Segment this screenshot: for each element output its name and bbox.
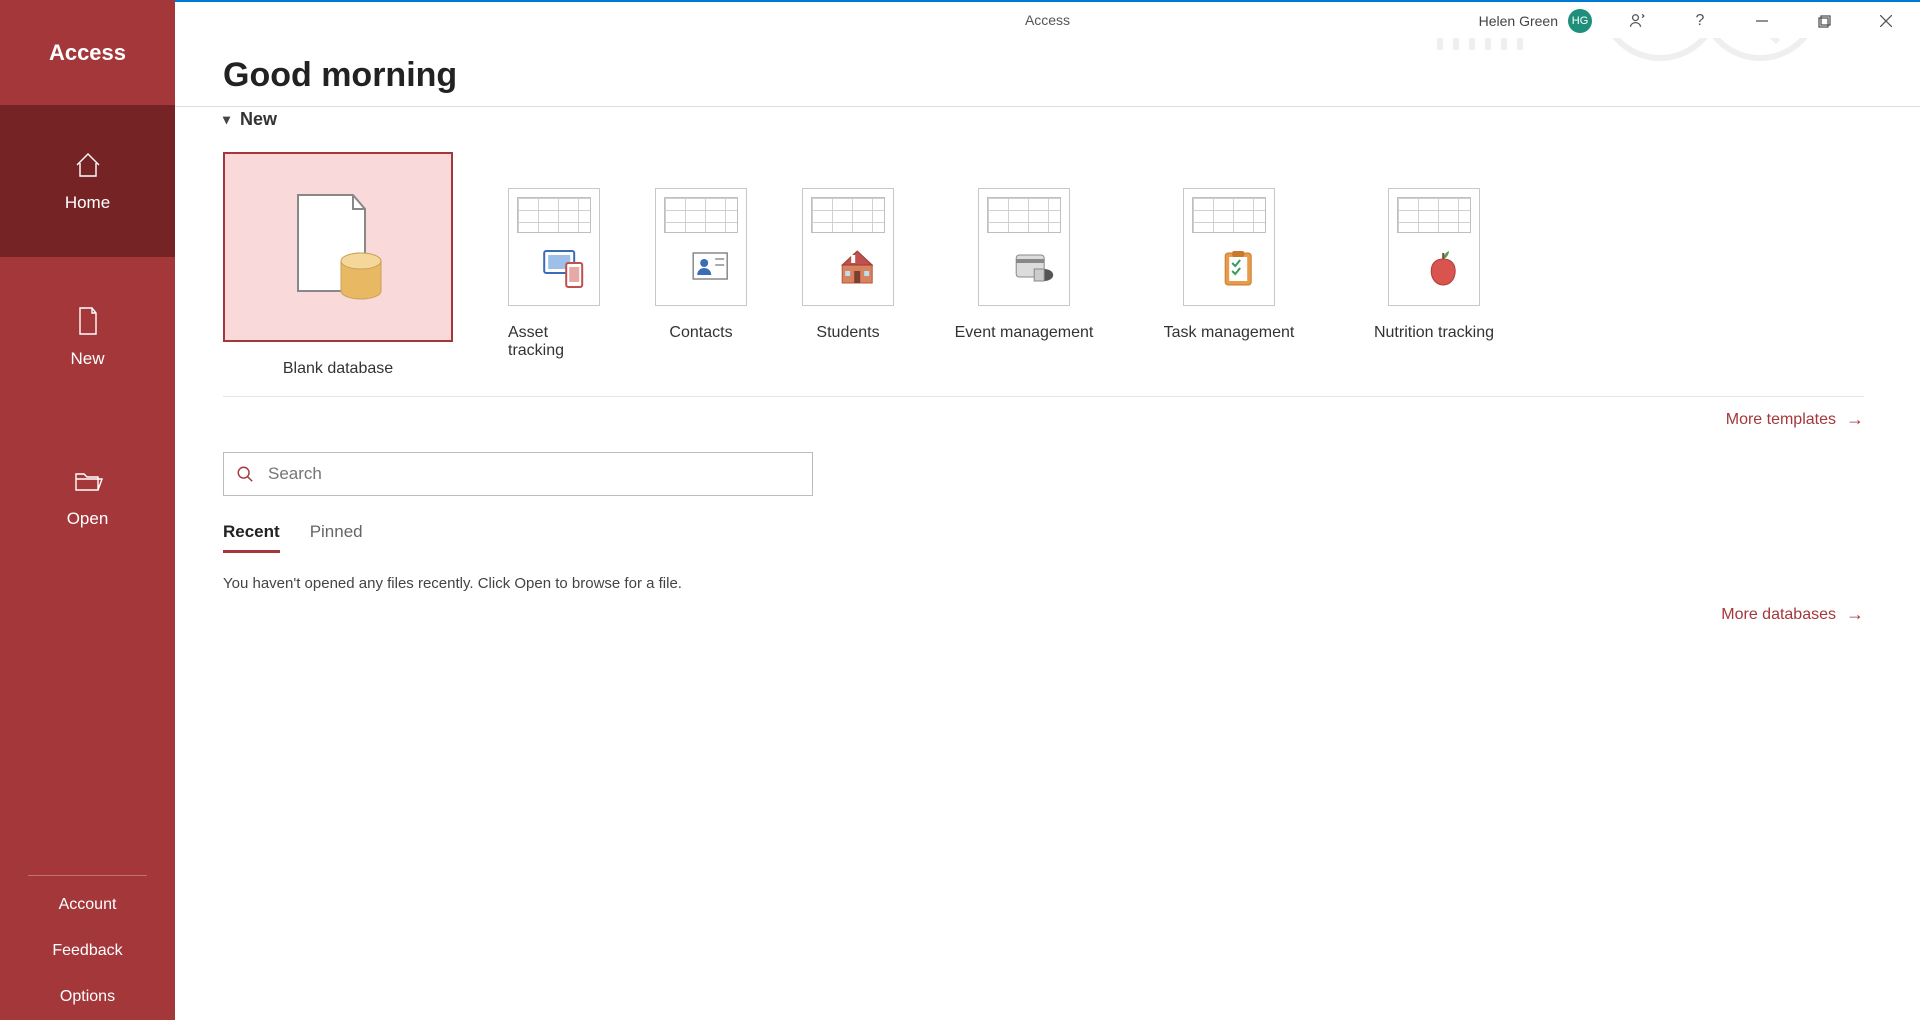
template-students[interactable]: Students — [802, 152, 894, 378]
sidebar-item-label: New — [70, 349, 104, 369]
sidebar-item-label: Open — [67, 509, 109, 529]
minimize-button[interactable] — [1734, 2, 1790, 40]
template-label: Asset tracking — [508, 324, 600, 360]
template-nutrition-tracking[interactable]: Nutrition tracking — [1359, 152, 1509, 378]
search-box[interactable] — [223, 452, 813, 496]
coming-soon-icon[interactable] — [1610, 2, 1666, 40]
template-blank-database[interactable]: Blank database — [223, 152, 453, 378]
sidebar-item-options[interactable]: Options — [0, 974, 175, 1020]
search-input[interactable] — [268, 464, 800, 484]
chevron-down-icon: ▾ — [223, 111, 230, 128]
sidebar-item-label: Home — [65, 193, 110, 213]
app-title: Access — [1025, 12, 1070, 28]
tab-pinned[interactable]: Pinned — [310, 522, 363, 553]
tab-recent[interactable]: Recent — [223, 522, 280, 553]
template-label: Event management — [955, 324, 1094, 342]
sidebar: Access Home New Open Account Feedback Op… — [0, 0, 175, 1020]
template-task-management[interactable]: Task management — [1154, 152, 1304, 378]
empty-recent-message: You haven't opened any files recently. C… — [223, 575, 1864, 592]
template-thumb — [223, 152, 453, 342]
greeting-heading: Good morning — [223, 56, 1864, 95]
sidebar-item-open[interactable]: Open — [0, 417, 175, 577]
arrow-right-icon: → — [1846, 604, 1864, 625]
section-label: New — [240, 109, 277, 130]
open-folder-icon — [72, 465, 104, 497]
template-label: Blank database — [283, 360, 393, 378]
header-divider — [175, 106, 1920, 107]
template-label: Task management — [1164, 324, 1295, 342]
template-thumb — [508, 188, 600, 306]
template-label: Contacts — [669, 324, 732, 342]
sidebar-item-account[interactable]: Account — [0, 882, 175, 928]
template-thumb — [978, 188, 1070, 306]
arrow-right-icon: → — [1846, 409, 1864, 430]
search-icon — [236, 465, 254, 483]
user-name[interactable]: Helen Green — [1479, 13, 1558, 29]
link-label: More templates — [1726, 411, 1836, 429]
template-thumb — [1388, 188, 1480, 306]
sidebar-item-home[interactable]: Home — [0, 105, 175, 257]
template-thumb — [1183, 188, 1275, 306]
sidebar-item-feedback[interactable]: Feedback — [0, 928, 175, 974]
template-thumb — [655, 188, 747, 306]
help-button[interactable]: ? — [1672, 2, 1728, 40]
home-icon — [72, 149, 104, 181]
title-bar: Access Helen Green HG ? — [175, 0, 1920, 38]
main-content: Good morning ▾ New — [175, 38, 1920, 1020]
more-templates-link[interactable]: More templates → — [223, 409, 1864, 430]
sidebar-item-new[interactable]: New — [0, 257, 175, 417]
templates-row: Blank database Asset tracking — [223, 152, 1864, 397]
maximize-button[interactable] — [1796, 2, 1852, 40]
avatar[interactable]: HG — [1568, 9, 1592, 33]
template-thumb — [802, 188, 894, 306]
template-label: Nutrition tracking — [1374, 324, 1494, 342]
more-databases-link[interactable]: More databases → — [223, 604, 1864, 625]
app-brand: Access — [0, 0, 175, 105]
new-section-toggle[interactable]: ▾ New — [223, 109, 1864, 130]
template-event-management[interactable]: Event management — [949, 152, 1099, 378]
close-button[interactable] — [1858, 2, 1914, 40]
new-file-icon — [72, 305, 104, 337]
template-asset-tracking[interactable]: Asset tracking — [508, 152, 600, 378]
link-label: More databases — [1721, 606, 1836, 624]
template-label: Students — [816, 324, 879, 342]
file-tabs: Recent Pinned — [223, 522, 1864, 553]
template-contacts[interactable]: Contacts — [655, 152, 747, 378]
sidebar-divider — [28, 875, 147, 876]
